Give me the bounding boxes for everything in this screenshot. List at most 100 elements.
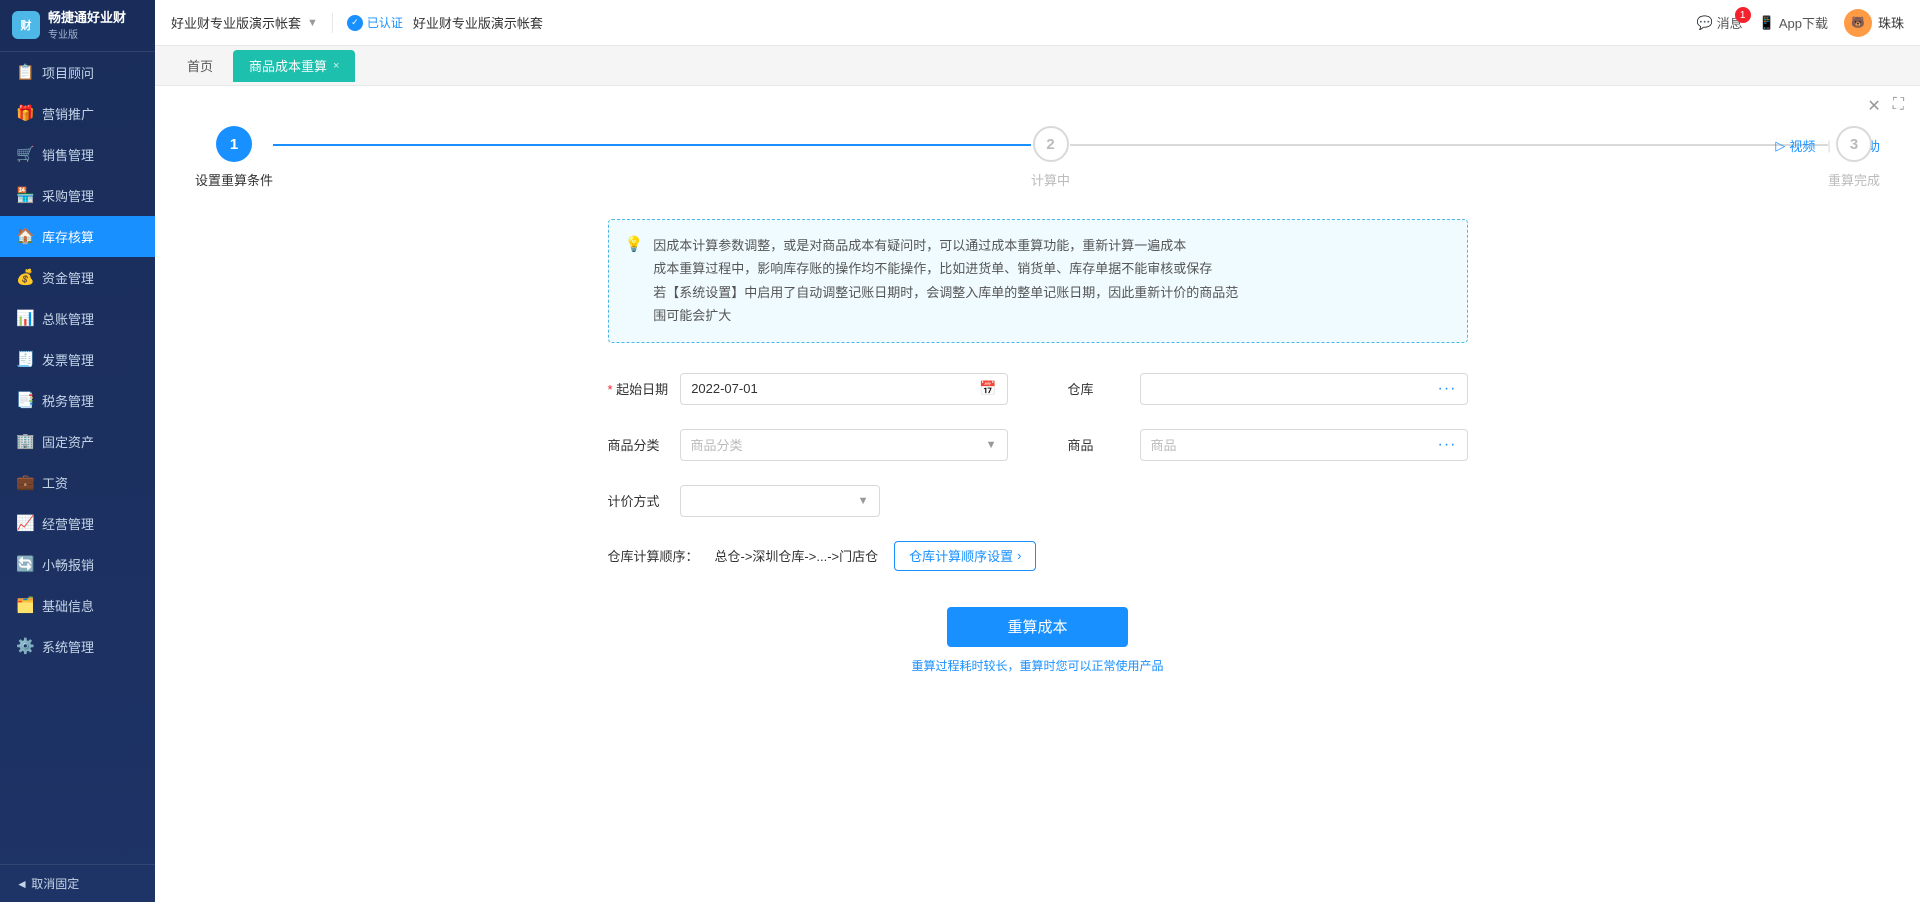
close-window-icon[interactable]: ✕ xyxy=(1867,96,1880,116)
inventory-icon: 🏠 xyxy=(16,227,34,245)
warehouse-order-label: 仓库计算顺序： xyxy=(608,546,699,565)
sidebar-item-invoice[interactable]: 🧾 发票管理 xyxy=(0,339,155,380)
tab-home-label: 首页 xyxy=(187,56,213,75)
sidebar-item-label: 基础信息 xyxy=(42,596,94,615)
tab-recalculate[interactable]: 商品成本重算 × xyxy=(233,50,355,82)
sidebar-logo: 财 畅捷通好业财 专业版 xyxy=(0,0,155,52)
sidebar-item-purchase[interactable]: 🏪 采购管理 xyxy=(0,175,155,216)
marketing-icon: 🎁 xyxy=(16,104,34,122)
sidebar-item-tax[interactable]: 📑 税务管理 xyxy=(0,380,155,421)
tab-home[interactable]: 首页 xyxy=(171,50,229,82)
sidebar-item-inventory[interactable]: 🏠 库存核算 xyxy=(0,216,155,257)
unpin-button[interactable]: ◄ 取消固定 xyxy=(0,864,155,902)
category-label: 商品分类 xyxy=(608,435,668,454)
tax-icon: 📑 xyxy=(16,391,34,409)
project-icon: 📋 xyxy=(16,63,34,81)
sidebar-item-operation[interactable]: 📈 经营管理 xyxy=(0,503,155,544)
start-date-input[interactable]: 2022-07-01 📅 xyxy=(680,373,1007,405)
sidebar-item-label: 税务管理 xyxy=(42,391,94,410)
sidebar-item-marketing[interactable]: 🎁 营销推广 xyxy=(0,93,155,134)
basic-icon: 🗂️ xyxy=(16,596,34,614)
sidebar-item-label: 系统管理 xyxy=(42,637,94,656)
chevron-down-icon: ▼ xyxy=(986,439,997,451)
operation-icon: 📈 xyxy=(16,514,34,532)
sidebar-item-label: 资金管理 xyxy=(42,268,94,287)
topbar-right: 💬 消息 1 📱 App下载 🐻 珠珠 xyxy=(1696,9,1904,37)
sidebar-item-system[interactable]: ⚙️ 系统管理 xyxy=(0,626,155,667)
warehouse-order-settings-button[interactable]: 仓库计算顺序设置 › xyxy=(894,541,1036,571)
form-container: 起始日期 2022-07-01 📅 仓库 ··· 商品分类 xyxy=(608,373,1468,674)
hint-text: 重算过程耗时较长，重算时您可以正常使用产品 xyxy=(911,657,1163,674)
warehouse-order-value: 总仓->深圳仓库->...->门店仓 xyxy=(715,546,879,565)
logo-icon: 财 xyxy=(12,11,40,39)
step-1: 1 设置重算条件 xyxy=(195,126,273,189)
accounting-icon: 📊 xyxy=(16,309,34,327)
sidebar-item-basic[interactable]: 🗂️ 基础信息 xyxy=(0,585,155,626)
step-line-2 xyxy=(1070,144,1828,146)
category-select[interactable]: 商品分类 ▼ xyxy=(680,429,1008,461)
sidebar-item-assets[interactable]: 🏢 固定资产 xyxy=(0,421,155,462)
goods-ellipsis-icon[interactable]: ··· xyxy=(1438,436,1457,454)
step-1-label: 设置重算条件 xyxy=(195,170,273,189)
pricing-select[interactable]: ▼ xyxy=(680,485,880,517)
step-2-label: 计算中 xyxy=(1031,170,1070,189)
step-line-1 xyxy=(273,144,1031,146)
sales-icon: 🛒 xyxy=(16,145,34,163)
verified-label: 已认证 xyxy=(367,14,403,31)
sidebar-item-accounting[interactable]: 📊 总账管理 xyxy=(0,298,155,339)
company-name: 好业财专业版演示帐套 xyxy=(413,13,543,32)
sidebar-item-project[interactable]: 📋 项目顾问 xyxy=(0,52,155,93)
username: 珠珠 xyxy=(1878,13,1904,32)
expense-icon: 🔄 xyxy=(16,555,34,573)
video-label: 视频 xyxy=(1789,136,1815,155)
main-area: 好业财专业版演示帐套 ▼ ✓ 已认证 好业财专业版演示帐套 💬 消息 1 📱 A… xyxy=(155,0,1920,902)
finance-icon: 💰 xyxy=(16,268,34,286)
ellipsis-icon[interactable]: ··· xyxy=(1438,380,1457,398)
sidebar-item-salary[interactable]: 💼 工资 xyxy=(0,462,155,503)
notice-line-2: 成本重算过程中，影响库存账的操作均不能操作，比如进货单、销货单、库存单据不能审核… xyxy=(653,257,1238,280)
account-name: 好业财专业版演示帐套 xyxy=(171,13,301,32)
salary-icon: 💼 xyxy=(16,473,34,491)
category-field: 商品分类 商品分类 ▼ xyxy=(608,429,1008,461)
sidebar-item-label: 固定资产 xyxy=(42,432,94,451)
tab-active-label: 商品成本重算 xyxy=(249,56,327,75)
sidebar-item-label: 总账管理 xyxy=(42,309,94,328)
notice-box: 💡 因成本计算参数调整，或是对商品成本有疑问时，可以通过成本重算功能，重新计算一… xyxy=(608,219,1468,343)
chevron-down-icon: ▼ xyxy=(307,17,318,29)
app-download-label: App下载 xyxy=(1779,13,1828,32)
category-placeholder: 商品分类 xyxy=(691,435,986,454)
window-controls: ✕ ⛶ xyxy=(1867,96,1904,116)
sidebar-item-finance[interactable]: 💰 资金管理 xyxy=(0,257,155,298)
calendar-icon[interactable]: 📅 xyxy=(979,380,996,397)
sidebar-nav: 📋 项目顾问 🎁 营销推广 🛒 销售管理 🏪 采购管理 🏠 库存核算 💰 资金管… xyxy=(0,52,155,864)
steps-container: 1 设置重算条件 2 计算中 3 重算完成 ▷ 视频 xyxy=(195,116,1880,189)
account-selector[interactable]: 好业财专业版演示帐套 ▼ xyxy=(171,13,318,32)
system-icon: ⚙️ xyxy=(16,637,34,655)
step-2: 2 计算中 xyxy=(1031,126,1070,189)
tab-close-icon[interactable]: × xyxy=(333,60,339,72)
assets-icon: 🏢 xyxy=(16,432,34,450)
topbar-divider xyxy=(332,13,333,33)
step-3-label: 重算完成 xyxy=(1828,170,1880,189)
video-link[interactable]: ▷ 视频 xyxy=(1775,136,1815,155)
user-avatar-area[interactable]: 🐻 珠珠 xyxy=(1844,9,1904,37)
actions-center: 重算成本 重算过程耗时较长，重算时您可以正常使用产品 xyxy=(608,607,1468,674)
sidebar-item-expense[interactable]: 🔄 小畅报销 xyxy=(0,544,155,585)
expand-window-icon[interactable]: ⛶ xyxy=(1893,96,1904,116)
avatar: 🐻 xyxy=(1844,9,1872,37)
app-download-button[interactable]: 📱 App下载 xyxy=(1759,13,1828,32)
sidebar-item-label: 小畅报销 xyxy=(42,555,94,574)
recalculate-button[interactable]: 重算成本 xyxy=(947,607,1127,647)
warehouse-input[interactable]: ··· xyxy=(1140,373,1468,405)
verified-badge: ✓ 已认证 xyxy=(347,14,403,31)
sidebar-item-label: 经营管理 xyxy=(42,514,94,533)
goods-input[interactable]: 商品 ··· xyxy=(1140,429,1468,461)
sidebar-item-sales[interactable]: 🛒 销售管理 xyxy=(0,134,155,175)
sidebar-item-label: 工资 xyxy=(42,473,68,492)
warehouse-order-arrow-icon: › xyxy=(1017,548,1021,563)
logo-sub: 专业版 xyxy=(48,26,126,41)
sidebar-item-label: 营销推广 xyxy=(42,104,94,123)
sidebar-item-label: 项目顾问 xyxy=(42,63,94,82)
form-row-1: 起始日期 2022-07-01 📅 仓库 ··· xyxy=(608,373,1468,405)
message-button[interactable]: 💬 消息 1 xyxy=(1696,13,1742,32)
